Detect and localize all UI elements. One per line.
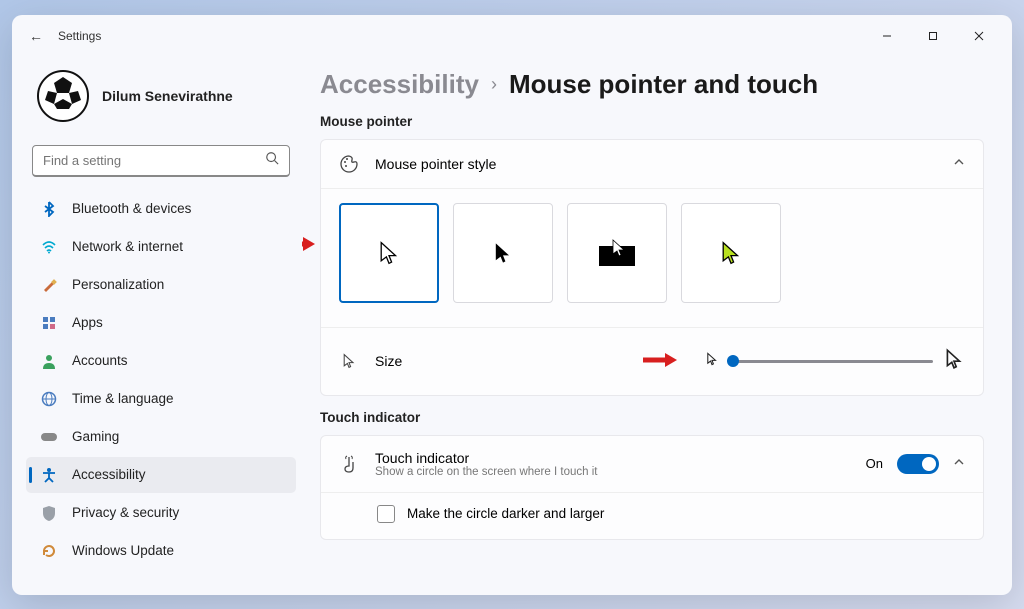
sidebar-item-label: Gaming xyxy=(72,429,119,444)
sidebar-item-update[interactable]: Windows Update xyxy=(26,533,296,569)
breadcrumb-parent[interactable]: Accessibility xyxy=(320,69,479,100)
content-area: Dilum Senevirathne Bluetooth & devices N… xyxy=(12,57,1012,595)
pointer-style-custom-color[interactable] xyxy=(681,203,781,303)
annotation-arrow-size xyxy=(641,350,677,370)
cursor-min-icon xyxy=(705,352,719,371)
collapse-button[interactable] xyxy=(953,156,965,171)
apps-icon xyxy=(40,314,58,332)
cursor-small-icon xyxy=(339,351,359,371)
slider-thumb[interactable] xyxy=(727,355,739,367)
search-icon xyxy=(265,151,279,170)
panel-title: Mouse pointer style xyxy=(375,156,496,172)
collapse-button[interactable] xyxy=(953,455,965,473)
sidebar-item-label: Time & language xyxy=(72,391,174,406)
annotation-arrow-style xyxy=(302,234,315,254)
sidebar-item-label: Personalization xyxy=(72,277,164,292)
settings-window: ← Settings Dilum xyxy=(12,15,1012,595)
sidebar-item-label: Apps xyxy=(72,315,103,330)
toggle-state-label: On xyxy=(866,456,883,471)
search-input[interactable] xyxy=(43,153,265,168)
touch-indicator-panel: Touch indicator Show a circle on the scr… xyxy=(320,435,984,540)
sidebar-item-label: Accessibility xyxy=(72,467,146,482)
avatar xyxy=(36,69,90,123)
close-button[interactable] xyxy=(956,20,1002,52)
titlebar: ← Settings xyxy=(12,15,1012,57)
sidebar-item-label: Privacy & security xyxy=(72,505,179,520)
main-pane: Accessibility › Mouse pointer and touch … xyxy=(302,57,1012,595)
pointer-style-white[interactable] xyxy=(339,203,439,303)
shield-icon xyxy=(40,504,58,522)
username: Dilum Senevirathne xyxy=(102,88,233,104)
sidebar-nav: Bluetooth & devices Network & internet P… xyxy=(26,191,296,569)
sidebar-item-accounts[interactable]: Accounts xyxy=(26,343,296,379)
bluetooth-icon xyxy=(40,200,58,218)
page-title: Mouse pointer and touch xyxy=(509,69,818,100)
maximize-button[interactable] xyxy=(910,20,956,52)
touch-icon xyxy=(339,454,359,474)
accessibility-icon xyxy=(40,466,58,484)
palette-icon xyxy=(339,154,359,174)
checkbox-label: Make the circle darker and larger xyxy=(407,506,604,521)
globe-icon xyxy=(40,390,58,408)
back-button[interactable]: ← xyxy=(22,22,50,50)
search-input-wrapper[interactable] xyxy=(32,145,290,177)
breadcrumb: Accessibility › Mouse pointer and touch xyxy=(320,69,984,100)
gamepad-icon xyxy=(40,428,58,446)
sidebar-item-time-language[interactable]: Time & language xyxy=(26,381,296,417)
minimize-button[interactable] xyxy=(864,20,910,52)
sidebar-item-label: Network & internet xyxy=(72,239,183,254)
person-icon xyxy=(40,352,58,370)
pointer-style-options xyxy=(339,203,965,303)
touch-indicator-toggle[interactable] xyxy=(897,454,939,474)
sidebar-item-label: Windows Update xyxy=(72,543,174,558)
sidebar-item-label: Bluetooth & devices xyxy=(72,201,191,216)
sidebar-item-apps[interactable]: Apps xyxy=(26,305,296,341)
wifi-icon xyxy=(40,238,58,256)
cursor-max-icon xyxy=(943,348,965,375)
pointer-style-inverted[interactable] xyxy=(567,203,667,303)
sidebar-item-personalization[interactable]: Personalization xyxy=(26,267,296,303)
sidebar-item-network[interactable]: Network & internet xyxy=(26,229,296,265)
size-label: Size xyxy=(375,353,402,369)
chevron-right-icon: › xyxy=(491,74,497,95)
section-label-touch: Touch indicator xyxy=(320,410,984,425)
update-icon xyxy=(40,542,58,560)
sidebar-item-label: Accounts xyxy=(72,353,128,368)
sidebar: Dilum Senevirathne Bluetooth & devices N… xyxy=(12,57,302,595)
window-title: Settings xyxy=(58,29,101,43)
touch-title: Touch indicator xyxy=(375,450,597,466)
brush-icon xyxy=(40,276,58,294)
sidebar-item-bluetooth-devices[interactable]: Bluetooth & devices xyxy=(26,191,296,227)
sidebar-item-privacy[interactable]: Privacy & security xyxy=(26,495,296,531)
pointer-size-row: Size xyxy=(321,327,983,395)
mouse-pointer-style-panel: Mouse pointer style xyxy=(320,139,984,396)
section-label-mouse-pointer: Mouse pointer xyxy=(320,114,984,129)
sidebar-item-accessibility[interactable]: Accessibility xyxy=(26,457,296,493)
darker-larger-checkbox[interactable] xyxy=(377,505,395,523)
touch-subtitle: Show a circle on the screen where I touc… xyxy=(375,466,597,478)
pointer-style-black[interactable] xyxy=(453,203,553,303)
sidebar-item-gaming[interactable]: Gaming xyxy=(26,419,296,455)
size-slider[interactable] xyxy=(729,360,933,363)
profile-block[interactable]: Dilum Senevirathne xyxy=(26,63,296,135)
